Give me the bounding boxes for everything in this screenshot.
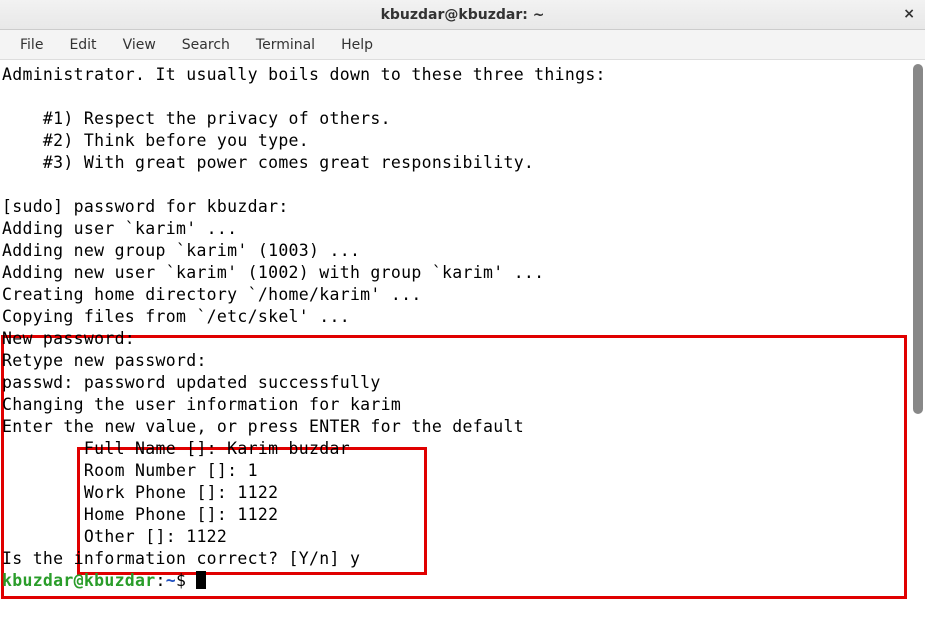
menu-search-label: Search	[182, 37, 230, 53]
menubar: File Edit View Search Terminal Help	[0, 30, 925, 60]
window-title: kbuzdar@kbuzdar: ~	[0, 7, 925, 23]
term-line: Is the information correct? [Y/n] y	[2, 549, 360, 568]
terminal-output: Administrator. It usually boils down to …	[0, 60, 925, 596]
term-line: Changing the user information for karim	[2, 395, 401, 414]
menu-terminal[interactable]: Terminal	[246, 33, 325, 57]
term-line: Adding new user `karim' (1002) with grou…	[2, 263, 544, 282]
term-line: Administrator. It usually boils down to …	[2, 65, 606, 84]
menu-edit-label: Edit	[69, 37, 96, 53]
prompt-colon: :	[156, 571, 166, 590]
menu-search[interactable]: Search	[172, 33, 240, 57]
term-line: #1) Respect the privacy of others.	[2, 109, 391, 128]
term-line: Adding user `karim' ...	[2, 219, 237, 238]
term-line: Room Number []: 1	[2, 461, 258, 480]
titlebar: kbuzdar@kbuzdar: ~ ×	[0, 0, 925, 30]
term-line: Creating home directory `/home/karim' ..…	[2, 285, 422, 304]
term-line: Enter the new value, or press ENTER for …	[2, 417, 524, 436]
menu-file[interactable]: File	[10, 33, 53, 57]
term-line: Copying files from `/etc/skel' ...	[2, 307, 350, 326]
prompt-user-host: kbuzdar@kbuzdar	[2, 571, 156, 590]
menu-edit[interactable]: Edit	[59, 33, 106, 57]
term-line: Full Name []: Karim buzdar	[2, 439, 350, 458]
term-line: Work Phone []: 1122	[2, 483, 278, 502]
prompt-path: ~	[166, 571, 176, 590]
menu-help[interactable]: Help	[331, 33, 383, 57]
term-line: #2) Think before you type.	[2, 131, 309, 150]
term-line: #3) With great power comes great respons…	[2, 153, 534, 172]
menu-file-label: File	[20, 37, 43, 53]
menu-terminal-label: Terminal	[256, 37, 315, 53]
menu-help-label: Help	[341, 37, 373, 53]
term-line: passwd: password updated successfully	[2, 373, 381, 392]
menu-view-label: View	[123, 37, 156, 53]
term-line: Home Phone []: 1122	[2, 505, 278, 524]
menu-view[interactable]: View	[113, 33, 166, 57]
terminal-container[interactable]: Administrator. It usually boils down to …	[0, 60, 925, 622]
prompt-dollar: $	[176, 571, 196, 590]
term-line: Other []: 1122	[2, 527, 227, 546]
term-line: Adding new group `karim' (1003) ...	[2, 241, 360, 260]
term-line: Retype new password:	[2, 351, 217, 370]
cursor	[196, 571, 206, 589]
term-line: New password:	[2, 329, 145, 348]
close-icon[interactable]: ×	[903, 6, 915, 22]
term-line: [sudo] password for kbuzdar:	[2, 197, 299, 216]
